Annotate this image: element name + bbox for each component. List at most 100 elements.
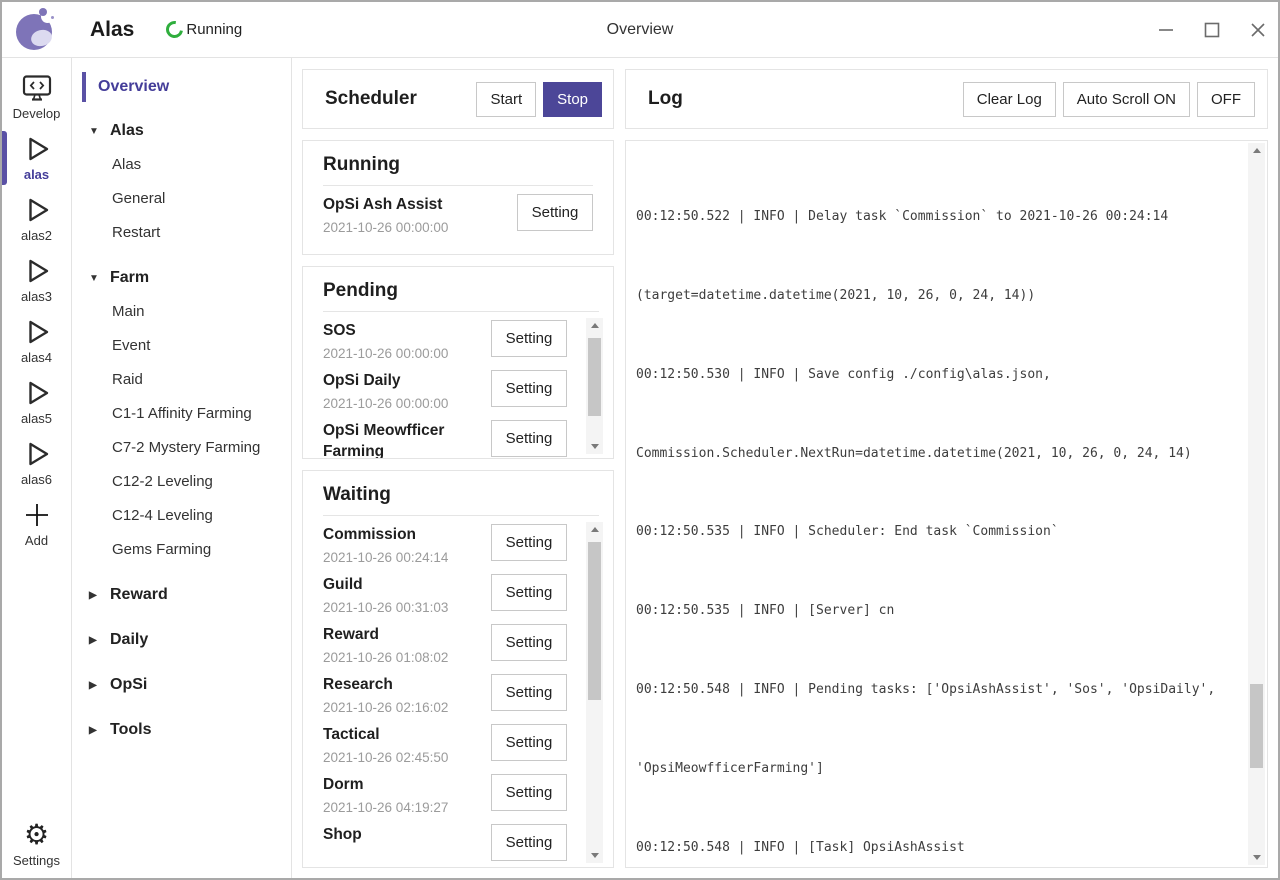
setting-button[interactable]: Setting <box>491 420 567 457</box>
log-scrollbar[interactable] <box>1248 143 1265 865</box>
sidebar-section-header[interactable]: ▶ Tools <box>72 714 291 746</box>
sidebar-item[interactable]: Main <box>72 294 291 328</box>
maximize-button[interactable] <box>1202 20 1222 40</box>
task-name: Shop <box>323 824 481 845</box>
close-button[interactable] <box>1248 20 1268 40</box>
task-name: Guild <box>323 574 481 595</box>
selected-indicator <box>2 131 7 185</box>
sidebar-item[interactable]: Gems Farming <box>72 532 291 566</box>
task-name: SOS <box>323 320 481 341</box>
rail-item-instance[interactable]: alas4 <box>2 311 71 371</box>
waiting-scrollbar[interactable] <box>586 522 603 863</box>
sidebar-item[interactable]: C12-2 Leveling <box>72 464 291 498</box>
scrollbar-thumb[interactable] <box>588 542 601 700</box>
auto-scroll-off-button[interactable]: OFF <box>1197 82 1255 117</box>
sidebar-section-header[interactable]: ▶ Daily <box>72 624 291 656</box>
window-controls <box>1156 2 1268 57</box>
auto-scroll-on-button[interactable]: Auto Scroll ON <box>1063 82 1190 117</box>
app-logo <box>14 7 58 53</box>
task-time: 2021-10-26 00:00:00 <box>323 220 507 235</box>
sidebar-item[interactable]: C1-1 Affinity Farming <box>72 396 291 430</box>
setting-button[interactable]: Setting <box>491 574 567 611</box>
scrollbar-up-arrow[interactable] <box>1248 143 1265 158</box>
scheduler-title: Scheduler <box>325 88 417 110</box>
minimize-button[interactable] <box>1156 20 1176 40</box>
task-info: SOS 2021-10-26 00:00:00 <box>323 320 491 361</box>
setting-button[interactable]: Setting <box>491 774 567 811</box>
sidebar-item[interactable]: Event <box>72 328 291 362</box>
scrollbar-up-arrow[interactable] <box>586 318 603 333</box>
log-line: 00:12:50.530 | INFO | Save config ./conf… <box>636 365 1233 385</box>
task-time: 2021-10-26 02:16:02 <box>323 700 481 715</box>
sidebar-item[interactable]: General <box>72 181 291 215</box>
scrollbar-down-arrow[interactable] <box>586 439 603 454</box>
setting-button[interactable]: Setting <box>491 624 567 661</box>
sidebar-section-header[interactable]: ▶ Reward <box>72 579 291 611</box>
start-button[interactable]: Start <box>476 82 536 117</box>
rail-item-settings[interactable]: ⚙ Settings <box>2 814 71 874</box>
log-line: 00:12:50.548 | INFO | [Task] OpsiAshAssi… <box>636 838 1233 858</box>
scrollbar-thumb[interactable] <box>1250 684 1263 768</box>
play-icon <box>20 377 54 409</box>
log-title: Log <box>648 88 683 110</box>
scrollbar-thumb[interactable] <box>588 338 601 416</box>
scrollbar-up-arrow[interactable] <box>586 522 603 537</box>
stop-button[interactable]: Stop <box>543 82 602 117</box>
rail-item-instance[interactable]: alas3 <box>2 250 71 310</box>
running-title: Running <box>323 154 593 176</box>
setting-button[interactable]: Setting <box>491 370 567 407</box>
sidebar-item[interactable]: Raid <box>72 362 291 396</box>
rail-item-instance[interactable]: alas6 <box>2 433 71 493</box>
rail-item-label: alas6 <box>21 472 52 487</box>
setting-button[interactable]: Setting <box>491 724 567 761</box>
sidebar-item[interactable]: C7-2 Mystery Farming <box>72 430 291 464</box>
log-output: 00:12:50.522 | INFO | Delay task `Commis… <box>636 148 1233 868</box>
rail-item-add[interactable]: Add <box>2 494 71 554</box>
setting-button[interactable]: Setting <box>491 674 567 711</box>
log-buttons: Clear Log Auto Scroll ON OFF <box>963 82 1255 117</box>
task-info: Dorm 2021-10-26 04:19:27 <box>323 774 491 815</box>
rail-item-label: Develop <box>13 106 61 121</box>
sidebar-group: ▼ Alas Alas General Restart <box>72 115 291 249</box>
waiting-header: Waiting <box>303 484 613 506</box>
sidebar-section-header[interactable]: ▼ Alas <box>72 115 291 147</box>
play-icon <box>20 255 54 287</box>
clear-log-button[interactable]: Clear Log <box>963 82 1056 117</box>
titlebar: Alas Running Overview <box>2 2 1278 58</box>
rail-item-develop[interactable]: Develop <box>2 67 71 127</box>
task-row: SOS 2021-10-26 00:00:00 Setting <box>323 314 567 364</box>
sidebar-item[interactable]: Restart <box>72 215 291 249</box>
play-icon <box>20 438 54 470</box>
play-icon <box>20 194 54 226</box>
task-time: 2021-10-26 00:31:03 <box>323 600 481 615</box>
section-arrow-icon: ▶ <box>89 725 101 736</box>
section-arrow-icon: ▶ <box>89 590 101 601</box>
task-row: Reward 2021-10-26 01:08:02 Setting <box>323 618 567 668</box>
sidebar-item-overview[interactable]: Overview <box>82 72 291 102</box>
sidebar-item[interactable]: C12-4 Leveling <box>72 498 291 532</box>
setting-button[interactable]: Setting <box>517 194 593 231</box>
sidebar-section-header[interactable]: ▶ OpSi <box>72 669 291 701</box>
section-label: Farm <box>110 269 149 287</box>
rail-item-instance[interactable]: alas2 <box>2 189 71 249</box>
play-icon <box>20 133 54 165</box>
sidebar-group: ▶ Reward <box>72 579 291 611</box>
setting-button[interactable]: Setting <box>491 824 567 861</box>
rail-item-instance[interactable]: alas5 <box>2 372 71 432</box>
sidebar-section-header[interactable]: ▼ Farm <box>72 262 291 294</box>
app-title: Alas <box>90 18 134 42</box>
setting-button[interactable]: Setting <box>491 524 567 561</box>
scrollbar-down-arrow[interactable] <box>1248 850 1265 865</box>
section-label: Daily <box>110 631 148 649</box>
sidebar-item[interactable]: Alas <box>72 147 291 181</box>
section-label: Tools <box>110 721 151 739</box>
log-panel: 00:12:50.522 | INFO | Delay task `Commis… <box>625 140 1268 868</box>
scrollbar-down-arrow[interactable] <box>586 848 603 863</box>
task-info: Reward 2021-10-26 01:08:02 <box>323 624 491 665</box>
rail-item-instance[interactable]: alas <box>2 128 71 188</box>
task-row: OpSi Meowfficer Farming Setting <box>323 414 567 458</box>
task-name: Reward <box>323 624 481 645</box>
running-panel: Running OpSi Ash Assist 2021-10-26 00:00… <box>302 140 614 255</box>
setting-button[interactable]: Setting <box>491 320 567 357</box>
pending-scrollbar[interactable] <box>586 318 603 454</box>
